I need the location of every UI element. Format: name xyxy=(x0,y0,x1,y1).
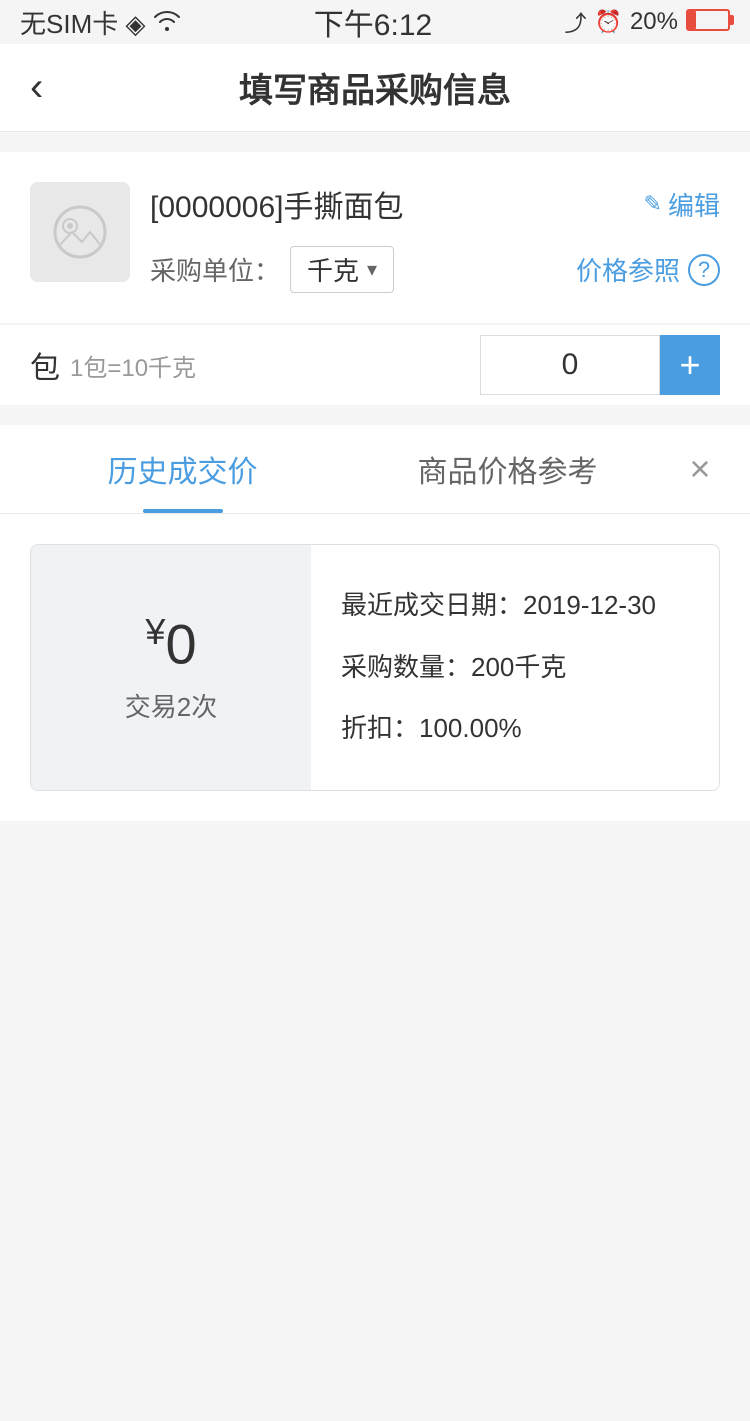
qty-input-group: + xyxy=(480,335,720,395)
status-bar: 无SIM卡 ◈ 下午6:12 ⤴ ⏰ 20% xyxy=(0,0,750,44)
history-price-panel: ¥0 交易2次 xyxy=(31,545,311,790)
tabs-bar: 历史成交价 商品价格参考 × xyxy=(0,425,750,513)
purchase-qty-value: 200千克 xyxy=(471,652,566,682)
product-image xyxy=(30,182,130,282)
price-ref-label: 价格参照 xyxy=(576,251,680,288)
history-trades: 交易2次 xyxy=(125,687,217,724)
battery-icon xyxy=(686,8,730,36)
tab-close-button[interactable]: × xyxy=(670,439,730,499)
qty-plus-button[interactable]: + xyxy=(660,335,720,395)
price-ref-button[interactable]: 价格参照 ? xyxy=(576,251,720,288)
history-price-value: ¥0 xyxy=(145,611,196,677)
dropdown-arrow-icon: ▾ xyxy=(367,257,377,282)
alarm-icon: ⏰ xyxy=(595,9,622,35)
recent-date-row: 最近成交日期：2019-12-30 xyxy=(341,585,689,627)
quantity-section: 包 1包=10千克 + xyxy=(0,325,750,405)
page-title: 填写商品采购信息 xyxy=(239,63,511,112)
tab-history-price[interactable]: 历史成交价 xyxy=(20,425,345,513)
history-details-panel: 最近成交日期：2019-12-30 采购数量：200千克 折扣：100.00% xyxy=(311,545,719,790)
status-right: ⤴ ⏰ 20% xyxy=(565,6,730,38)
edit-button[interactable]: ✎ 编辑 xyxy=(644,186,720,223)
unit-label: 采购单位： xyxy=(150,251,280,288)
product-unit-row: 采购单位： 千克 ▾ 价格参照 ? xyxy=(150,246,720,293)
status-time: 下午6:12 xyxy=(314,0,432,44)
discount-row: 折扣：100.00% xyxy=(341,708,689,750)
discount-label: 折扣： xyxy=(341,713,419,743)
unit-select[interactable]: 千克 ▾ xyxy=(290,246,394,293)
price-ref-help-icon: ? xyxy=(688,254,720,286)
wifi-icon xyxy=(153,7,181,38)
tabs-section: 历史成交价 商品价格参考 × xyxy=(0,425,750,514)
price-number: 0 xyxy=(165,613,196,676)
quantity-input[interactable] xyxy=(480,335,660,395)
edit-icon: ✎ xyxy=(644,191,662,217)
location-icon: ⤴ xyxy=(565,6,587,38)
tab-history-label: 历史成交价 xyxy=(108,447,258,491)
product-card: [0000006]手撕面包 ✎ 编辑 采购单位： 千克 ▾ 价格参照 ? xyxy=(0,152,750,323)
battery-percent: 20% xyxy=(630,8,678,36)
purchase-qty-label: 采购数量： xyxy=(341,652,471,682)
tab-product-price-label: 商品价格参考 xyxy=(418,447,598,491)
bottom-area xyxy=(0,821,750,1421)
product-header: [0000006]手撕面包 ✎ 编辑 xyxy=(150,182,720,226)
qty-unit-badge: 包 xyxy=(30,343,60,387)
status-left: 无SIM卡 ◈ xyxy=(20,4,181,41)
recent-date-label: 最近成交日期： xyxy=(341,590,523,620)
unit-selector-group: 采购单位： 千克 ▾ xyxy=(150,246,394,293)
product-name: [0000006]手撕面包 xyxy=(150,182,403,226)
discount-value: 100.00% xyxy=(419,713,522,743)
edit-label: 编辑 xyxy=(668,186,720,223)
history-section: ¥0 交易2次 最近成交日期：2019-12-30 采购数量：200千克 折扣：… xyxy=(0,514,750,821)
unit-value: 千克 xyxy=(307,251,359,288)
product-info: [0000006]手撕面包 ✎ 编辑 采购单位： 千克 ▾ 价格参照 ? xyxy=(150,182,720,293)
tab-product-price-ref[interactable]: 商品价格参考 xyxy=(345,425,670,513)
back-button[interactable]: ‹ xyxy=(30,65,43,110)
nav-bar: ‹ 填写商品采购信息 xyxy=(0,44,750,132)
yuan-symbol: ¥ xyxy=(145,611,165,652)
history-card: ¥0 交易2次 最近成交日期：2019-12-30 采购数量：200千克 折扣：… xyxy=(30,544,720,791)
qty-unit-hint: 1包=10千克 xyxy=(70,348,480,383)
carrier-label: 无SIM卡 ◈ xyxy=(20,4,145,41)
tab-active-indicator xyxy=(143,509,223,513)
recent-date-value: 2019-12-30 xyxy=(523,590,656,620)
purchase-qty-row: 采购数量：200千克 xyxy=(341,647,689,689)
